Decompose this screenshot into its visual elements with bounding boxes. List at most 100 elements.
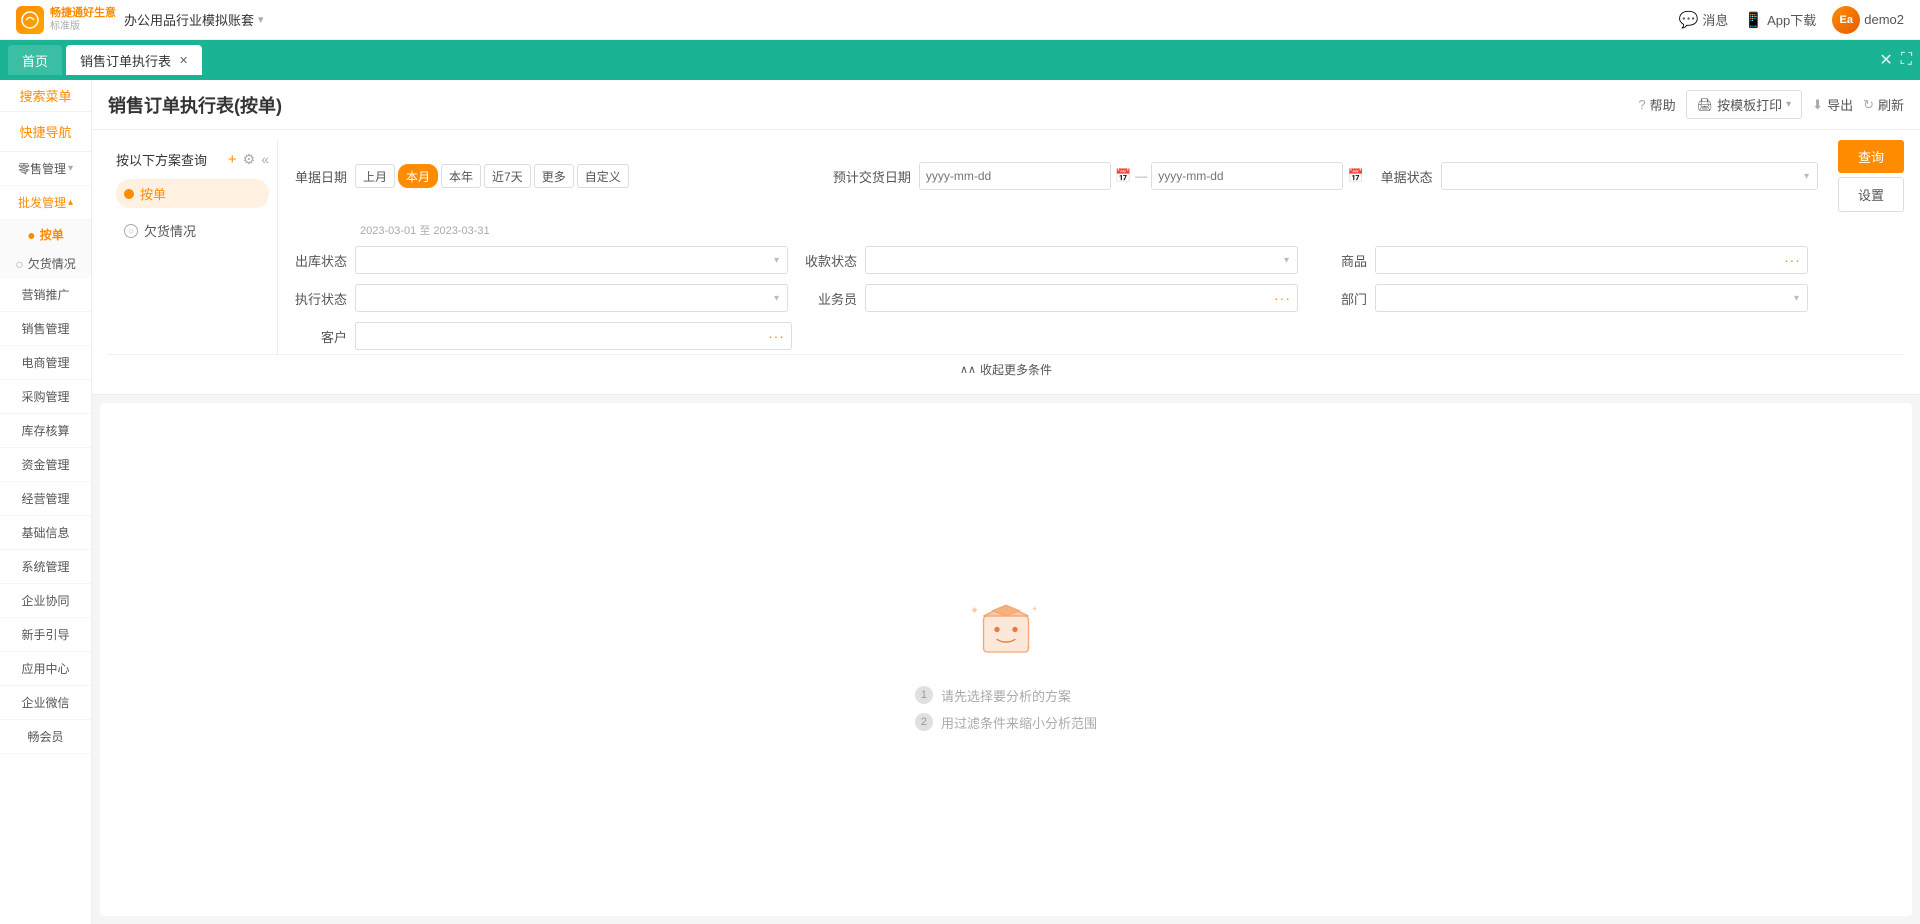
sidebar-item-operation[interactable]: 经营管理 [0, 482, 91, 516]
collapse-label: 收起更多条件 [980, 361, 1052, 378]
delivery-status-select[interactable]: ▾ [355, 246, 788, 274]
payment-status-field: 收款状态 ▾ [800, 246, 1298, 274]
sidebar-item-marketing[interactable]: 营销推广 [0, 278, 91, 312]
delivery-arrow-icon: ▾ [774, 255, 779, 266]
sidebar-item-purchase[interactable]: 采购管理 [0, 380, 91, 414]
logo-text: 畅捷通好生意 标准版 [50, 6, 116, 33]
sidebar-item-newbie[interactable]: 新手引导 [0, 618, 91, 652]
delivery-status-field: 出库状态 ▾ [290, 246, 788, 274]
refresh-btn[interactable]: ↻ 刷新 [1863, 95, 1904, 114]
customer-label: 客户 [290, 327, 355, 346]
sidebar-item-member[interactable]: 畅会员 [0, 720, 91, 754]
sidebar-item-inventory[interactable]: 库存核算 [0, 414, 91, 448]
filter-row-3: 执行状态 ▾ 业务员 ··· [290, 284, 1904, 312]
export-icon: ⬇ [1812, 97, 1823, 113]
tab-sales-order[interactable]: 销售订单执行表 ✕ [66, 45, 202, 75]
sidebar-quick-nav-label[interactable]: 快捷导航 [0, 116, 91, 147]
sidebar-subitem-debt[interactable]: ○ 欠货情况 [0, 249, 91, 278]
delivery-status-label: 出库状态 [290, 251, 355, 270]
sidebar-item-basic[interactable]: 基础信息 [0, 516, 91, 550]
date-btn-this-year[interactable]: 本年 [441, 164, 481, 188]
collapse-up-icon: ∧∧ [960, 363, 976, 376]
app-selector[interactable]: 办公用品行业模拟账套 ▾ [124, 10, 264, 29]
customer-more-btn[interactable]: ··· [768, 328, 785, 344]
sidebar-subitem-order[interactable]: ● 按单 [0, 220, 91, 249]
tab-home[interactable]: 首页 [8, 45, 62, 75]
content-empty-area: ✦ ✦ ✦ 1 请先选择要分析的方案 2 用过滤条件来缩小分析范围 [100, 403, 1912, 916]
order-status-arrow-icon: ▾ [1804, 171, 1809, 182]
query-button[interactable]: 查询 [1838, 140, 1904, 173]
message-icon: 💬 [1678, 10, 1698, 30]
left-panel-actions: + ⚙ « [228, 152, 269, 167]
tab-fullscreen-icon[interactable]: ⛶ [1901, 51, 1912, 69]
date-btn-more[interactable]: 更多 [534, 164, 574, 188]
app-download-btn[interactable]: 📱 App下载 [1744, 10, 1816, 29]
goods-more-btn[interactable]: ··· [1784, 252, 1801, 268]
empty-tip-1: 1 请先选择要分析的方案 [915, 686, 1097, 705]
date-btn-7days[interactable]: 近7天 [484, 164, 531, 188]
add-scheme-btn[interactable]: + [228, 152, 237, 167]
help-btn[interactable]: ? 帮助 [1638, 95, 1675, 114]
order-status-select[interactable]: ▾ [1441, 162, 1818, 190]
empty-tips: 1 请先选择要分析的方案 2 用过滤条件来缩小分析范围 [915, 686, 1097, 740]
sidebar-item-finance[interactable]: 资金管理 [0, 448, 91, 482]
settings-scheme-btn[interactable]: ⚙ [243, 152, 256, 167]
refresh-icon: ↻ [1863, 97, 1874, 113]
calendar-icon-from: 📅 [1115, 168, 1131, 184]
date-btn-this-month[interactable]: 本月 [398, 164, 438, 188]
scheme-option-order[interactable]: 按单 [116, 179, 269, 208]
date-btn-last-month[interactable]: 上月 [355, 164, 395, 188]
main-layout: 搜索菜单 快捷导航 零售管理 ▾ 批发管理 ▴ ● 按单 ○ 欠货情况 营销推广… [0, 80, 1920, 924]
collapse-panel-btn[interactable]: « [261, 152, 269, 167]
settings-button[interactable]: 设置 [1838, 177, 1904, 212]
salesperson-more-btn[interactable]: ··· [1274, 290, 1291, 306]
message-btn[interactable]: 💬 消息 [1678, 10, 1728, 30]
filter-row-1: 单据日期 上月 本月 本年 近7天 更多 自定义 [290, 140, 1904, 212]
sidebar: 搜索菜单 快捷导航 零售管理 ▾ 批发管理 ▴ ● 按单 ○ 欠货情况 营销推广… [0, 80, 92, 924]
expected-date-from[interactable] [919, 162, 1111, 190]
dept-select[interactable]: ▾ [1375, 284, 1808, 312]
sidebar-item-wholesale[interactable]: 批发管理 ▴ [0, 186, 91, 220]
empty-illustration: ✦ ✦ ✦ [961, 580, 1051, 670]
date-separator: — [1135, 169, 1147, 183]
page-title-bar: 销售订单执行表(按单) ? 帮助 🖨 按模板打印 ▾ ⬇ 导出 ↻ 刷新 [92, 80, 1920, 130]
page-actions: ? 帮助 🖨 按模板打印 ▾ ⬇ 导出 ↻ 刷新 [1638, 90, 1904, 119]
sidebar-item-sales[interactable]: 销售管理 [0, 312, 91, 346]
empty-state: ✦ ✦ ✦ 1 请先选择要分析的方案 2 用过滤条件来缩小分析范围 [915, 580, 1097, 740]
left-panel-header: 按以下方案查询 + ⚙ « [116, 150, 269, 169]
export-btn[interactable]: ⬇ 导出 [1812, 95, 1853, 114]
logo-area: 畅捷通好生意 标准版 [16, 6, 116, 34]
collapse-conditions-bar[interactable]: ∧∧ 收起更多条件 [108, 354, 1904, 384]
tab-bar: 首页 销售订单执行表 ✕ ✕ ⛶ [0, 40, 1920, 80]
empty-tip-2: 2 用过滤条件来缩小分析范围 [915, 713, 1097, 732]
goods-field: 商品 ··· [1310, 246, 1808, 274]
date-label: 单据日期 [290, 167, 355, 186]
exec-status-label: 执行状态 [290, 289, 355, 308]
tip-2-badge: 2 [915, 713, 933, 731]
sidebar-item-enterprise[interactable]: 企业协同 [0, 584, 91, 618]
sidebar-item-retail[interactable]: 零售管理 ▾ [0, 152, 91, 186]
retail-arrow-icon: ▾ [68, 163, 73, 174]
tab-close-all-icon[interactable]: ✕ [1879, 50, 1892, 70]
action-buttons: 查询 设置 [1838, 140, 1904, 212]
sidebar-item-apps[interactable]: 应用中心 [0, 652, 91, 686]
filter-row-4: 客户 ··· [290, 322, 1904, 350]
sidebar-search[interactable]: 搜索菜单 [0, 80, 91, 112]
right-content-area: 销售订单执行表(按单) ? 帮助 🖨 按模板打印 ▾ ⬇ 导出 ↻ 刷新 [92, 80, 1920, 924]
sidebar-item-ecom[interactable]: 电商管理 [0, 346, 91, 380]
sidebar-item-wechat[interactable]: 企业微信 [0, 686, 91, 720]
print-btn[interactable]: 🖨 按模板打印 ▾ [1686, 90, 1803, 119]
expected-date-to[interactable] [1151, 162, 1343, 190]
user-profile[interactable]: Ea demo2 [1832, 6, 1904, 34]
salesperson-field: 业务员 ··· [800, 284, 1298, 312]
exec-status-select[interactable]: ▾ [355, 284, 788, 312]
scheme-option-debt[interactable]: ○ 欠货情况 [116, 216, 269, 245]
order-status-label: 单据状态 [1376, 167, 1441, 186]
payment-status-select[interactable]: ▾ [865, 246, 1298, 274]
filter-fields-area: 单据日期 上月 本月 本年 近7天 更多 自定义 [278, 140, 1904, 354]
order-dot-icon: ● [27, 227, 35, 243]
date-btn-custom[interactable]: 自定义 [577, 164, 629, 188]
date-controls: 上月 本月 本年 近7天 更多 自定义 [355, 164, 821, 188]
tab-close-icon[interactable]: ✕ [179, 54, 188, 67]
sidebar-item-system[interactable]: 系统管理 [0, 550, 91, 584]
